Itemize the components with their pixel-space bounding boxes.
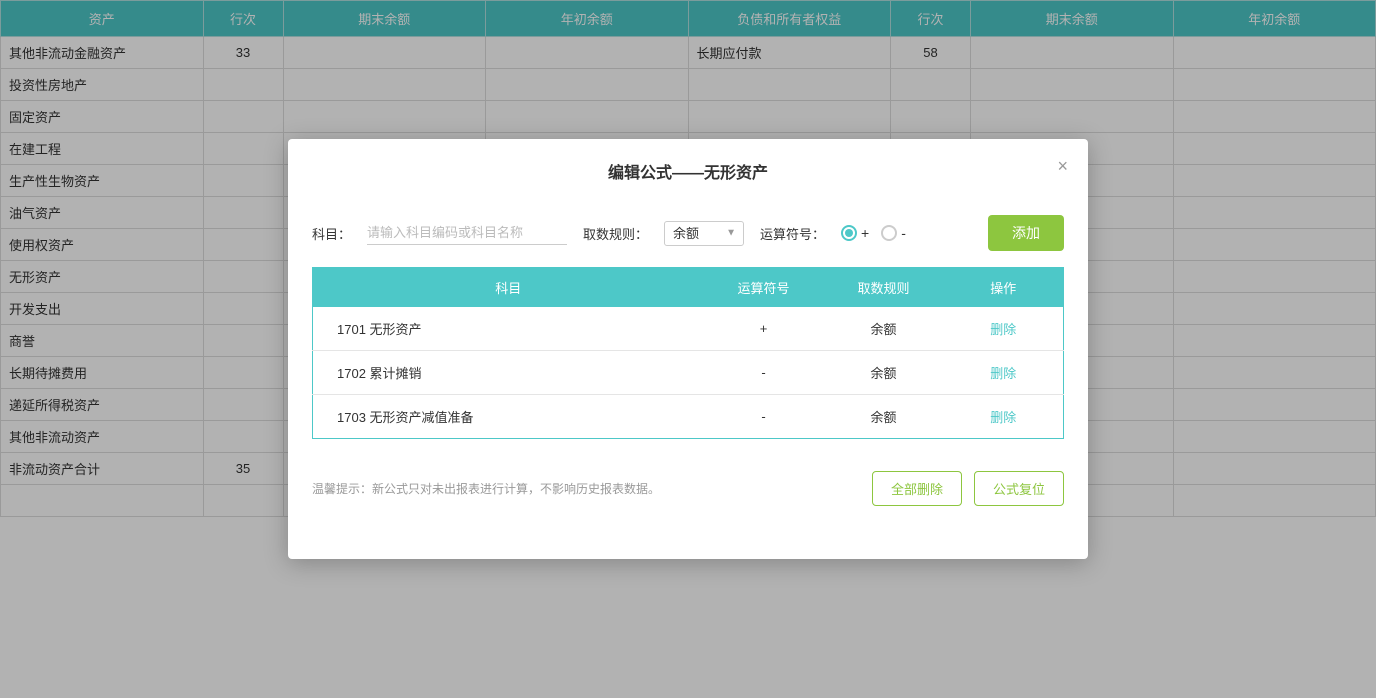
formula-action: 删除 — [944, 351, 1064, 395]
formula-rule: 余额 — [824, 351, 944, 395]
rule-select-wrapper: 余额 借方 贷方 ▼ — [664, 221, 744, 246]
delete-link-1[interactable]: 删除 — [990, 366, 1016, 381]
form-row: 科目： 取数规则： 余额 借方 贷方 ▼ 运算符号： + — [312, 215, 1064, 251]
delete-link-0[interactable]: 删除 — [990, 322, 1016, 337]
delete-link-2[interactable]: 删除 — [990, 410, 1016, 425]
formula-table: 科目 运算符号 取数规则 操作 1701 无形资产 + 余额 删除 1702 累… — [312, 267, 1064, 439]
table-header-subject: 科目 — [313, 268, 704, 308]
formula-row: 1702 累计摊销 - 余额 删除 — [313, 351, 1064, 395]
formula-subject: 1703 无形资产减值准备 — [313, 395, 704, 439]
modal-header: 编辑公式——无形资产 × — [288, 139, 1088, 199]
formula-action: 删除 — [944, 307, 1064, 351]
radio-plus-circle — [841, 225, 857, 241]
modal-body: 科目： 取数规则： 余额 借方 贷方 ▼ 运算符号： + — [288, 199, 1088, 459]
operator-radio-group: + - — [841, 225, 906, 241]
modal-overlay: 编辑公式——无形资产 × 科目： 取数规则： 余额 借方 贷方 ▼ 运算符号： — [0, 0, 1376, 698]
formula-row: 1703 无形资产减值准备 - 余额 删除 — [313, 395, 1064, 439]
radio-plus-label: + — [861, 225, 869, 241]
formula-operator: + — [704, 307, 824, 351]
formula-operator: - — [704, 351, 824, 395]
footer-buttons: 全部删除 公式复位 — [872, 471, 1064, 506]
rule-label: 取数规则： — [583, 224, 648, 243]
modal-dialog: 编辑公式——无形资产 × 科目： 取数规则： 余额 借方 贷方 ▼ 运算符号： — [288, 139, 1088, 559]
formula-subject: 1702 累计摊销 — [313, 351, 704, 395]
table-header-rule: 取数规则 — [824, 268, 944, 308]
formula-action: 删除 — [944, 395, 1064, 439]
formula-rule: 余额 — [824, 395, 944, 439]
formula-subject: 1701 无形资产 — [313, 307, 704, 351]
subject-input[interactable] — [367, 221, 567, 245]
delete-all-button[interactable]: 全部删除 — [872, 471, 962, 506]
modal-footer: 温馨提示：新公式只对未出报表进行计算，不影响历史报表数据。 全部删除 公式复位 — [288, 459, 1088, 526]
subject-label: 科目： — [312, 224, 351, 243]
radio-minus-circle — [881, 225, 897, 241]
radio-minus-item[interactable]: - — [881, 225, 906, 241]
reset-formula-button[interactable]: 公式复位 — [974, 471, 1064, 506]
table-header-operator: 运算符号 — [704, 268, 824, 308]
formula-rule: 余额 — [824, 307, 944, 351]
add-button[interactable]: 添加 — [988, 215, 1064, 251]
table-header-action: 操作 — [944, 268, 1064, 308]
warning-text: 温馨提示：新公式只对未出报表进行计算，不影响历史报表数据。 — [312, 480, 660, 497]
modal-close-button[interactable]: × — [1057, 157, 1068, 175]
radio-minus-label: - — [901, 225, 906, 241]
rule-select[interactable]: 余额 借方 贷方 — [664, 221, 744, 246]
radio-plus-item[interactable]: + — [841, 225, 869, 241]
operator-label: 运算符号： — [760, 224, 825, 243]
formula-row: 1701 无形资产 + 余额 删除 — [313, 307, 1064, 351]
modal-title: 编辑公式——无形资产 — [608, 165, 768, 182]
formula-operator: - — [704, 395, 824, 439]
